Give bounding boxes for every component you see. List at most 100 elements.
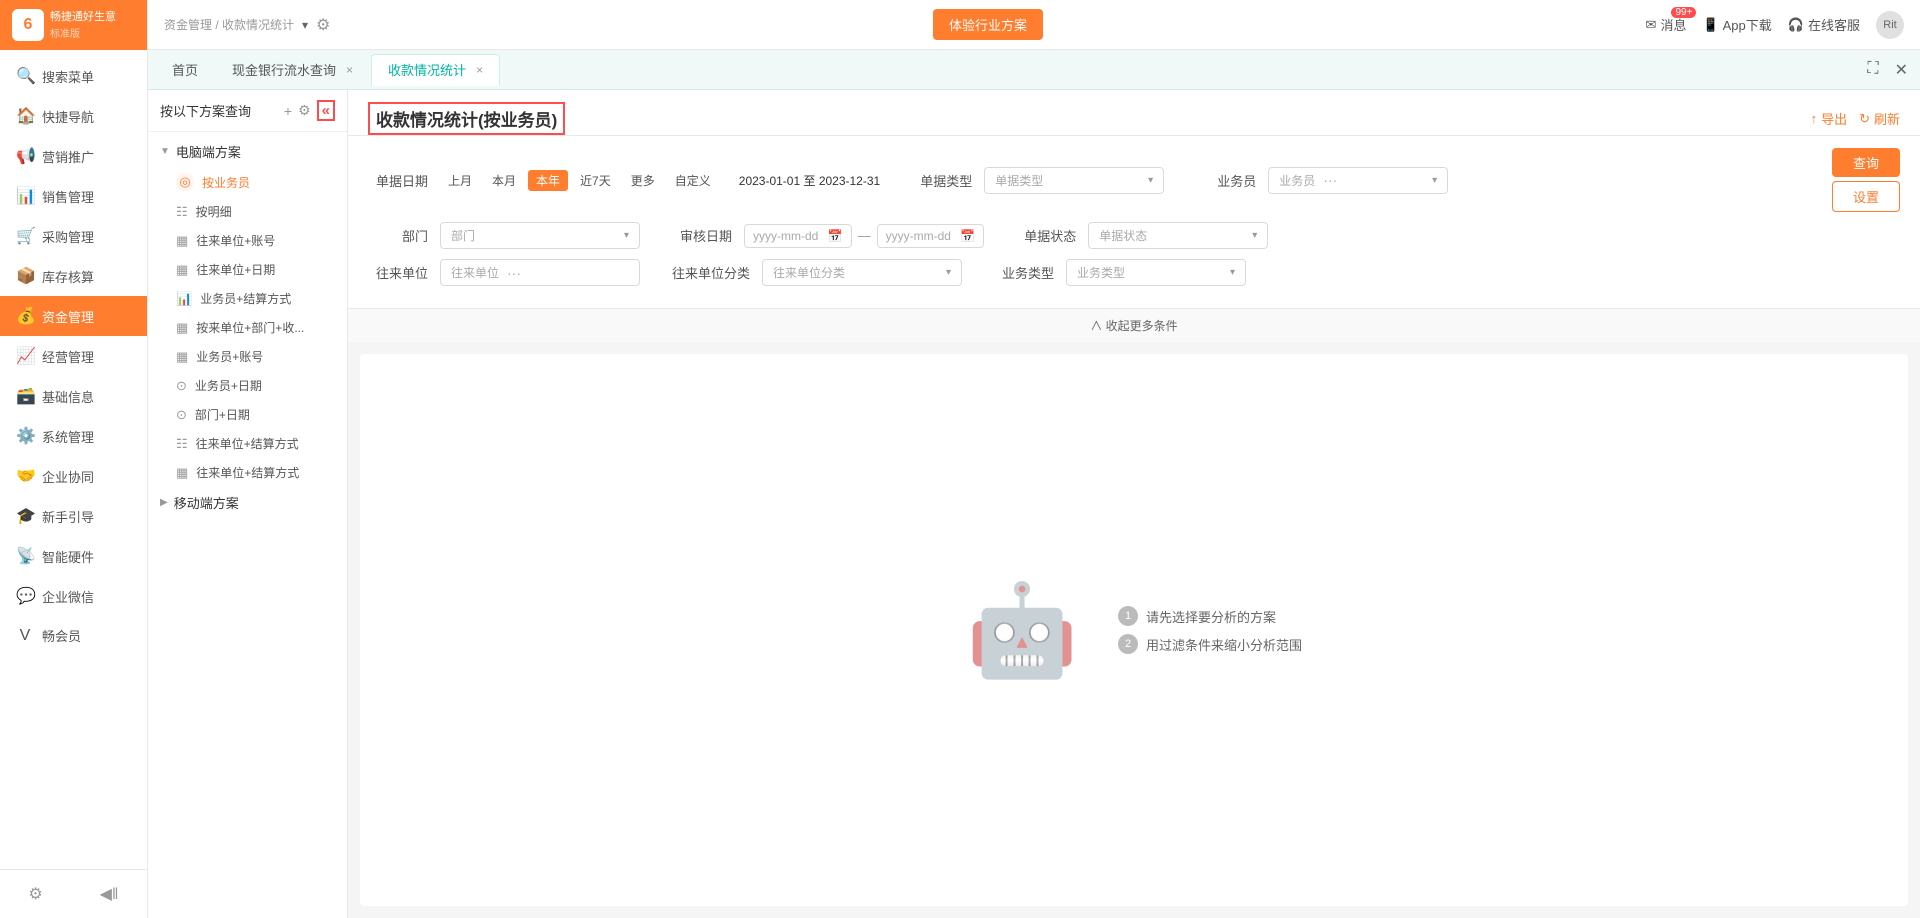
sidebar-item-guide[interactable]: 🎓新手引导 bbox=[0, 496, 147, 536]
sidebar-item-purchase[interactable]: 🛒采购管理 bbox=[0, 216, 147, 256]
tab-bank-flow[interactable]: 现金银行流水查询 × bbox=[216, 54, 369, 86]
scheme-item-by-salesman-settlement[interactable]: 📊业务员+结算方式 bbox=[148, 284, 347, 313]
sidebar-item-hardware[interactable]: 📡智能硬件 bbox=[0, 536, 147, 576]
export-button[interactable]: ↑ 导出 bbox=[1811, 109, 1848, 128]
sidebar-collapse-btn[interactable]: ◀‖ bbox=[94, 878, 125, 910]
empty-illustration: 🤖 bbox=[966, 578, 1078, 683]
salesman-select[interactable]: 业务员 ··· ▾ bbox=[1268, 167, 1448, 194]
doc-type-value: 单据类型 bbox=[995, 172, 1043, 189]
doc-type-select[interactable]: 单据类型 ▾ bbox=[984, 167, 1164, 194]
sidebar-item-operation[interactable]: 📈经营管理 bbox=[0, 336, 147, 376]
sidebar-icon-inventory: 📦 bbox=[16, 266, 34, 286]
logo-name: 畅捷通好生意 bbox=[50, 10, 116, 24]
date-tab-this-month[interactable]: 本月 bbox=[484, 170, 524, 191]
left-panel: 按以下方案查询 + ⚙ « ▼电脑端方案◎按业务员☷按明细▦往来单位+账号▦往来… bbox=[148, 90, 348, 918]
sidebar-icon-search: 🔍 bbox=[16, 66, 34, 86]
filter-area: 单据日期 上月本月本年近7天更多自定义 2023-01-01 至 2023-12… bbox=[348, 136, 1920, 308]
service-btn[interactable]: 🎧 在线客服 bbox=[1788, 15, 1860, 34]
sidebar-item-finance[interactable]: 💰资金管理 bbox=[0, 296, 147, 336]
sidebar-item-quick-nav[interactable]: 🏠快捷导航 bbox=[0, 96, 147, 136]
tab-bank-flow-label: 现金银行流水查询 bbox=[232, 60, 336, 79]
scheme-item-by-salesman-date[interactable]: ⊙业务员+日期 bbox=[148, 371, 347, 400]
scheme-item-icon-by-salesman-settlement: 📊 bbox=[176, 291, 192, 307]
scheme-item-by-detail[interactable]: ☷按明细 bbox=[148, 197, 347, 226]
counterparty-cat-select[interactable]: 往来单位分类 ▾ bbox=[762, 259, 962, 286]
sidebar-settings-btn[interactable]: ⚙ bbox=[22, 878, 48, 910]
scheme-group-label-mobile: 移动端方案 bbox=[174, 493, 239, 512]
scheme-item-by-unit-account[interactable]: ▦往来单位+账号 bbox=[148, 226, 347, 255]
sidebar-item-wechat[interactable]: 💬企业微信 bbox=[0, 576, 147, 616]
settings-button[interactable]: 设置 bbox=[1832, 181, 1900, 212]
sidebar-item-member[interactable]: V畅会员 bbox=[0, 616, 147, 655]
tab-bank-flow-close[interactable]: × bbox=[346, 63, 353, 77]
biz-type-select[interactable]: 业务类型 ▾ bbox=[1066, 259, 1246, 286]
counterparty-select[interactable]: 往来单位 ··· bbox=[440, 259, 640, 286]
app-icon: 📱 bbox=[1702, 17, 1718, 33]
counterparty-dots[interactable]: ··· bbox=[507, 265, 521, 281]
message-btn[interactable]: ✉ 消息 99+ bbox=[1646, 15, 1687, 34]
sidebar-label-inventory: 库存核算 bbox=[42, 267, 94, 286]
date-tab-recent7[interactable]: 近7天 bbox=[572, 170, 619, 191]
sidebar-item-search[interactable]: 🔍搜索菜单 bbox=[0, 56, 147, 96]
scheme-item-by-unit-settlement1[interactable]: ☷往来单位+结算方式 bbox=[148, 429, 347, 458]
scheme-add-btn[interactable]: + bbox=[284, 103, 292, 119]
salesman-dots[interactable]: ··· bbox=[1323, 172, 1337, 188]
calendar-icon-to: 📅 bbox=[960, 229, 975, 243]
doc-status-select[interactable]: 单据状态 ▾ bbox=[1088, 222, 1268, 249]
scheme-item-by-salesman[interactable]: ◎按业务员 bbox=[148, 167, 347, 197]
scheme-item-by-dept-date[interactable]: ⊙部门+日期 bbox=[148, 400, 347, 429]
scheme-group-arrow-desktop: ▼ bbox=[160, 146, 170, 157]
date-tabs: 上月本月本年近7天更多自定义 bbox=[440, 170, 719, 191]
user-avatar[interactable]: Rit bbox=[1876, 11, 1904, 39]
sidebar-item-inventory[interactable]: 📦 库存核算 bbox=[0, 256, 147, 296]
empty-tip-1: 1 请先选择要分析的方案 bbox=[1118, 606, 1302, 626]
sidebar-item-sales[interactable]: 📊销售管理 bbox=[0, 176, 147, 216]
dept-select[interactable]: 部门 ▾ bbox=[440, 222, 640, 249]
review-date-to[interactable]: yyyy-mm-dd 📅 bbox=[877, 224, 985, 248]
header-dropdown-icon[interactable]: ▾ bbox=[302, 18, 308, 32]
date-tab-prev-month[interactable]: 上月 bbox=[440, 170, 480, 191]
scheme-item-by-unit-settlement2[interactable]: ▦往来单位+结算方式 bbox=[148, 458, 347, 487]
trial-button[interactable]: 体验行业方案 bbox=[933, 9, 1043, 40]
sidebar-item-enterprise[interactable]: 🤝企业协同 bbox=[0, 456, 147, 496]
scheme-title: 按以下方案查询 bbox=[160, 101, 251, 120]
scheme-item-by-salesman-account[interactable]: ▦业务员+账号 bbox=[148, 342, 347, 371]
page-header-actions: ↑ 导出 ↻ 刷新 bbox=[1811, 109, 1900, 128]
doc-type-label: 单据类型 bbox=[912, 171, 972, 190]
scheme-item-icon-by-unit-dept: ▦ bbox=[176, 320, 188, 336]
tab-close-all-btn[interactable]: ✕ bbox=[1891, 56, 1912, 84]
scheme-collapse-btn[interactable]: « bbox=[317, 100, 335, 121]
refresh-button[interactable]: ↻ 刷新 bbox=[1859, 109, 1900, 128]
doc-type-chevron: ▾ bbox=[1148, 175, 1153, 186]
tab-collection-close[interactable]: × bbox=[476, 63, 483, 77]
app-download-btn[interactable]: 📱 App下载 bbox=[1702, 15, 1771, 34]
main-area: 资金管理 / 收款情况统计 ▾ ⚙ 体验行业方案 ✉ 消息 99+ 📱 App下… bbox=[148, 0, 1920, 918]
header-gear-icon[interactable]: ⚙ bbox=[316, 15, 330, 35]
sidebar-item-marketing[interactable]: 📢营销推广 bbox=[0, 136, 147, 176]
sidebar-label-hardware: 智能硬件 bbox=[42, 547, 94, 566]
query-button[interactable]: 查询 bbox=[1832, 148, 1900, 177]
scheme-item-label-by-unit-settlement1: 往来单位+结算方式 bbox=[196, 435, 299, 452]
salesman-chevron: ▾ bbox=[1432, 175, 1437, 186]
tab-home[interactable]: 首页 bbox=[156, 54, 214, 86]
sidebar-label-purchase: 采购管理 bbox=[42, 227, 94, 246]
date-tab-more[interactable]: 更多 bbox=[623, 170, 663, 191]
scheme-group-header-mobile[interactable]: ▶移动端方案 bbox=[148, 487, 347, 518]
scheme-settings-btn[interactable]: ⚙ bbox=[298, 102, 311, 119]
sidebar-item-basic[interactable]: 🗃️基础信息 bbox=[0, 376, 147, 416]
date-tab-this-year[interactable]: 本年 bbox=[528, 170, 568, 191]
filter-row-3: 往来单位 往来单位 ··· 往来单位分类 往来单位分类 ▾ 业务类型 业务类型 … bbox=[368, 259, 1900, 286]
top-header: 资金管理 / 收款情况统计 ▾ ⚙ 体验行业方案 ✉ 消息 99+ 📱 App下… bbox=[148, 0, 1920, 50]
collapse-bar[interactable]: ∧ 收起更多条件 bbox=[348, 308, 1920, 342]
scheme-item-by-unit-date[interactable]: ▦往来单位+日期 bbox=[148, 255, 347, 284]
tip-num-2: 2 bbox=[1118, 634, 1138, 654]
sidebar-item-system[interactable]: ⚙️系统管理 bbox=[0, 416, 147, 456]
date-tab-custom[interactable]: 自定义 bbox=[667, 170, 719, 191]
tab-maximize-btn[interactable]: ⛶ bbox=[1863, 56, 1882, 84]
scheme-item-by-unit-dept[interactable]: ▦按来单位+部门+收... bbox=[148, 313, 347, 342]
scheme-group-header-desktop[interactable]: ▼电脑端方案 bbox=[148, 136, 347, 167]
review-date-from[interactable]: yyyy-mm-dd 📅 bbox=[744, 224, 852, 248]
tab-collection-stat[interactable]: 收款情况统计 × bbox=[371, 54, 500, 86]
date-separator: — bbox=[858, 228, 871, 243]
sidebar-label-enterprise: 企业协同 bbox=[42, 467, 94, 486]
